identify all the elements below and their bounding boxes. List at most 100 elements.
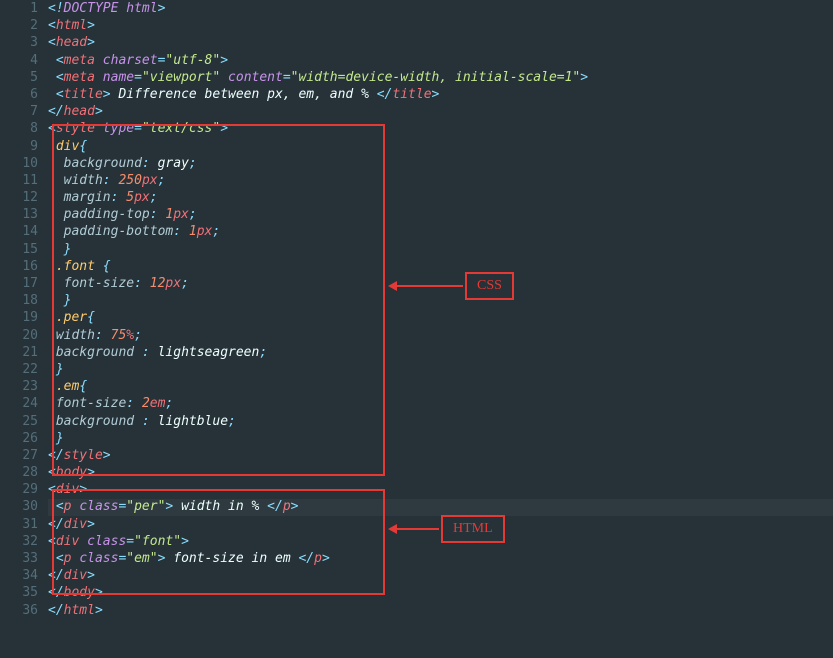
- line-number: 28: [0, 464, 38, 481]
- token: >: [181, 534, 189, 549]
- token: <: [48, 35, 56, 50]
- token: :: [173, 224, 189, 239]
- token: 1: [189, 224, 197, 239]
- current-line-highlight: [48, 499, 833, 516]
- token: </: [48, 568, 64, 583]
- token: =: [126, 534, 134, 549]
- token: =: [134, 70, 142, 85]
- token: >: [103, 87, 111, 102]
- token: >: [103, 448, 111, 463]
- token: [48, 242, 64, 257]
- code-line[interactable]: background : lightblue;: [48, 413, 833, 430]
- html-arrow: [397, 528, 439, 530]
- token: >: [95, 585, 103, 600]
- token: padding-top: [64, 207, 150, 222]
- code-line[interactable]: <!DOCTYPE html>: [48, 0, 833, 17]
- token: gray: [158, 156, 189, 171]
- token: px: [134, 190, 150, 205]
- token: div: [64, 568, 87, 583]
- code-line[interactable]: <div>: [48, 481, 833, 498]
- code-line[interactable]: padding-top: 1px;: [48, 206, 833, 223]
- token: {: [79, 379, 87, 394]
- token: "em": [126, 551, 157, 566]
- line-number: 34: [0, 567, 38, 584]
- code-line[interactable]: </html>: [48, 602, 833, 619]
- code-line[interactable]: background : lightseagreen;: [48, 344, 833, 361]
- token: content: [228, 70, 283, 85]
- code-line[interactable]: width: 250px;: [48, 172, 833, 189]
- token: </: [48, 448, 64, 463]
- code-line[interactable]: <head>: [48, 34, 833, 51]
- code-line[interactable]: }: [48, 430, 833, 447]
- code-line[interactable]: }: [48, 241, 833, 258]
- code-line[interactable]: </div>: [48, 567, 833, 584]
- token: {: [95, 259, 111, 274]
- code-line[interactable]: }: [48, 292, 833, 309]
- line-number-gutter: 1234567891011121314151617181920212223242…: [0, 0, 48, 619]
- token: 75: [111, 328, 127, 343]
- code-line[interactable]: .em{: [48, 378, 833, 395]
- token: [48, 293, 64, 308]
- token: [48, 87, 56, 102]
- line-number: 29: [0, 481, 38, 498]
- token: ;: [212, 224, 220, 239]
- code-line[interactable]: <style type="text/css">: [48, 120, 833, 137]
- code-line[interactable]: .per{: [48, 309, 833, 326]
- token: padding-bottom: [64, 224, 174, 239]
- token: body: [64, 585, 95, 600]
- line-number: 13: [0, 206, 38, 223]
- token: </: [298, 551, 314, 566]
- token: [220, 70, 228, 85]
- token: 12: [150, 276, 166, 291]
- token: [48, 310, 56, 325]
- code-editor[interactable]: 1234567891011121314151617181920212223242…: [0, 0, 833, 619]
- code-line[interactable]: background: gray;: [48, 155, 833, 172]
- code-line[interactable]: margin: 5px;: [48, 189, 833, 206]
- code-line[interactable]: <p class="em"> font-size in em </p>: [48, 550, 833, 567]
- token: >: [220, 121, 228, 136]
- token: head: [56, 35, 87, 50]
- code-line[interactable]: </body>: [48, 584, 833, 601]
- token: Difference between px, em, and %: [111, 87, 377, 102]
- token: margin: [64, 190, 111, 205]
- token: <: [48, 18, 56, 33]
- token: [95, 121, 103, 136]
- token: width: [56, 328, 95, 343]
- token: ;: [158, 173, 166, 188]
- code-line[interactable]: <body>: [48, 464, 833, 481]
- token: [48, 276, 64, 291]
- code-line[interactable]: padding-bottom: 1px;: [48, 223, 833, 240]
- token: :: [103, 173, 119, 188]
- token: em: [150, 396, 166, 411]
- line-number: 21: [0, 344, 38, 361]
- token: ;: [165, 396, 173, 411]
- code-line[interactable]: .font {: [48, 258, 833, 275]
- code-line[interactable]: <meta charset="utf-8">: [48, 52, 833, 69]
- token: [48, 70, 56, 85]
- arrow-head-icon: [388, 524, 397, 534]
- token: [48, 431, 56, 446]
- code-line[interactable]: <html>: [48, 17, 833, 34]
- code-line[interactable]: </head>: [48, 103, 833, 120]
- line-number: 1: [0, 0, 38, 17]
- code-line[interactable]: div{: [48, 138, 833, 155]
- token: [95, 70, 103, 85]
- token: p: [314, 551, 322, 566]
- token: lightblue: [158, 414, 228, 429]
- code-line[interactable]: <meta name="viewport" content="width=dev…: [48, 69, 833, 86]
- code-line[interactable]: }: [48, 361, 833, 378]
- code-line[interactable]: width: 75%;: [48, 327, 833, 344]
- token: :: [126, 396, 142, 411]
- token: div: [64, 517, 87, 532]
- line-number: 15: [0, 241, 38, 258]
- code-line[interactable]: font-size: 12px;: [48, 275, 833, 292]
- token: </: [377, 87, 393, 102]
- code-line[interactable]: </style>: [48, 447, 833, 464]
- token: <: [48, 534, 56, 549]
- code-line[interactable]: <title> Difference between px, em, and %…: [48, 86, 833, 103]
- token: meta: [64, 53, 95, 68]
- code-line[interactable]: font-size: 2em;: [48, 395, 833, 412]
- line-number: 33: [0, 550, 38, 567]
- token: >: [87, 568, 95, 583]
- line-number: 8: [0, 120, 38, 137]
